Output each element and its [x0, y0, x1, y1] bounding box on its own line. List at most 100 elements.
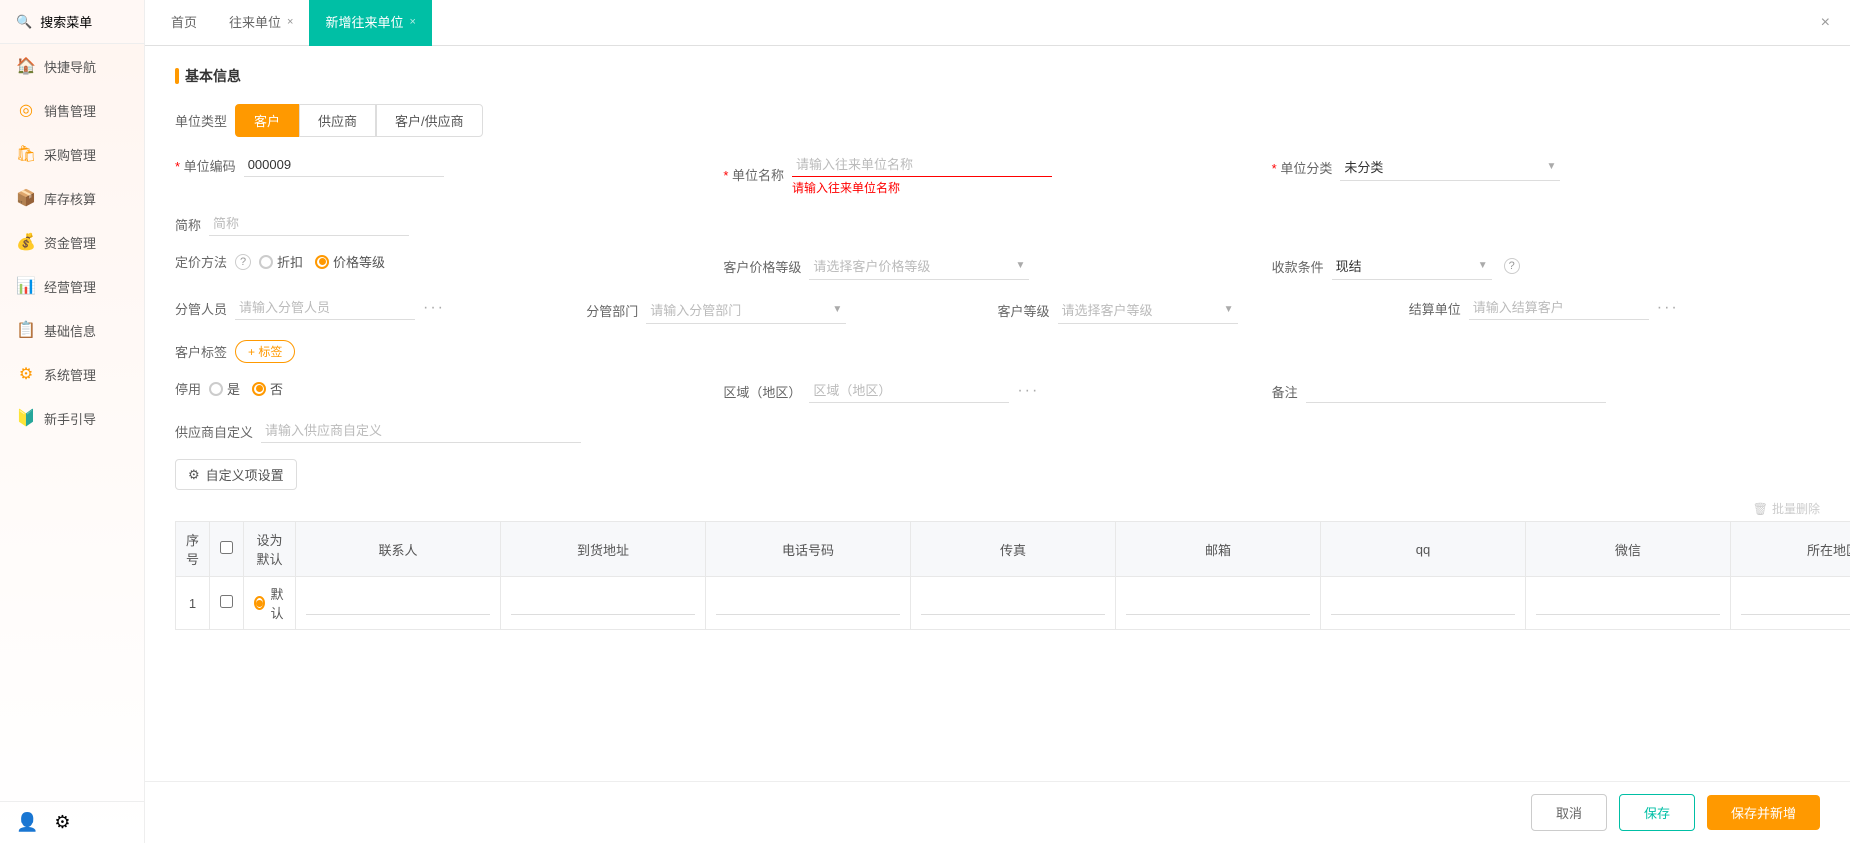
row-qq-input[interactable] [1331, 591, 1515, 615]
row-pricing: 定价方法 ? 折扣 价格等级 客户价格等级 [175, 252, 1820, 280]
disabled-no-radio[interactable] [252, 382, 266, 396]
pricing-help-icon[interactable]: ? [235, 254, 251, 270]
settlement-unit-input[interactable] [1469, 296, 1649, 320]
unit-type-customer[interactable]: 客户 [235, 104, 299, 137]
row-fax [911, 577, 1116, 630]
row-fax-input[interactable] [921, 591, 1105, 615]
pricing-discount-option[interactable]: 折扣 [259, 252, 303, 271]
sidebar-item-operations[interactable]: 📊 经营管理 [0, 264, 144, 308]
add-tag-button[interactable]: + 标签 [235, 340, 295, 363]
finance-icon: 💰 [16, 232, 36, 252]
batch-delete-icon: 🗑 [1753, 502, 1768, 516]
pricing-level-radio[interactable] [315, 255, 329, 269]
unit-name-field: 单位名称 请输入往来单位名称 [723, 153, 1271, 196]
pricing-level-option[interactable]: 价格等级 [315, 252, 385, 271]
customer-level-placeholder: 请选择客户等级 [1062, 300, 1220, 319]
tab-home[interactable]: 首页 [155, 0, 213, 46]
tab-partners[interactable]: 往来单位 × [213, 0, 309, 46]
remarks-input[interactable] [1306, 379, 1606, 403]
row-region-input[interactable] [1741, 591, 1850, 615]
supplier-custom-label: 供应商自定义 [175, 422, 253, 441]
row-select-checkbox[interactable] [220, 595, 233, 608]
customer-level-field: 客户等级 请选择客户等级 ▼ [998, 296, 1409, 324]
custom-settings-button[interactable]: ⚙ 自定义项设置 [175, 459, 297, 490]
tab-partners-close[interactable]: × [287, 16, 293, 28]
unit-name-label: 单位名称 [723, 165, 784, 184]
sidebar-search[interactable]: 🔍 搜索菜单 [0, 0, 144, 44]
row-contact-input[interactable] [306, 591, 490, 615]
unit-type-supplier[interactable]: 供应商 [299, 104, 376, 137]
disabled-yes-radio[interactable] [209, 382, 223, 396]
tab-partners-label: 往来单位 [229, 12, 281, 31]
row-default-radio[interactable] [254, 596, 265, 610]
unit-code-input[interactable] [244, 153, 444, 177]
cancel-button[interactable]: 取消 [1531, 794, 1607, 831]
sidebar-item-inventory[interactable]: 📦 库存核算 [0, 176, 144, 220]
col-index: 序号 [176, 522, 210, 577]
department-select[interactable]: 请输入分管部门 ▼ [646, 296, 846, 324]
sidebar-item-quick-nav[interactable]: 🏠 快捷导航 [0, 44, 144, 88]
row-phone-input[interactable] [716, 591, 900, 615]
col-qq: qq [1321, 522, 1526, 577]
save-add-button[interactable]: 保存并新增 [1707, 795, 1820, 830]
sidebar-user-icon: 👤 [16, 812, 38, 833]
tab-new-partner-close[interactable]: × [409, 16, 415, 28]
manager-input[interactable] [235, 296, 415, 320]
sidebar-item-label: 经营管理 [44, 277, 96, 296]
payment-help-icon[interactable]: ? [1504, 258, 1520, 274]
short-name-label: 简称 [175, 215, 201, 234]
manager-more-btn[interactable]: ··· [423, 299, 445, 317]
row-wechat-input[interactable] [1536, 591, 1720, 615]
pricing-discount-label: 折扣 [277, 252, 303, 271]
sidebar-item-sales[interactable]: ◎ 销售管理 [0, 88, 144, 132]
unit-category-label: 单位分类 [1272, 158, 1333, 177]
row-contact [296, 577, 501, 630]
col-email: 邮箱 [1116, 522, 1321, 577]
section-title-text: 基本信息 [185, 66, 241, 86]
unit-category-field: 单位分类 未分类 ▼ [1272, 153, 1820, 181]
chevron-down-icon2: ▼ [1015, 260, 1025, 271]
sidebar-item-guide[interactable]: 🔰 新手引导 [0, 396, 144, 440]
row-email [1116, 577, 1321, 630]
remarks-label: 备注 [1272, 382, 1298, 401]
region-more-btn[interactable]: ··· [1017, 382, 1039, 400]
sidebar-item-basic-info[interactable]: 📋 基础信息 [0, 308, 144, 352]
customer-price-level-select[interactable]: 请选择客户价格等级 ▼ [809, 252, 1029, 280]
row-wechat [1526, 577, 1731, 630]
section-basic-info: 基本信息 [175, 66, 1820, 86]
sidebar-item-system[interactable]: ⚙ 系统管理 [0, 352, 144, 396]
department-field: 分管部门 请输入分管部门 ▼ [586, 296, 997, 324]
supplier-custom-input[interactable] [261, 419, 581, 443]
batch-delete-label[interactable]: 批量删除 [1772, 500, 1820, 517]
pricing-discount-radio[interactable] [259, 255, 273, 269]
sidebar-item-label: 新手引导 [44, 409, 96, 428]
sidebar-item-purchase[interactable]: 🛍 采购管理 [0, 132, 144, 176]
unit-category-select[interactable]: 未分类 ▼ [1340, 153, 1560, 181]
row-phone [706, 577, 911, 630]
unit-type-label: 单位类型 [175, 111, 227, 130]
sidebar-item-label: 基础信息 [44, 321, 96, 340]
select-all-checkbox[interactable] [220, 541, 233, 554]
row-email-input[interactable] [1126, 591, 1310, 615]
inventory-icon: 📦 [16, 188, 36, 208]
disabled-yes-label: 是 [227, 379, 240, 398]
customer-price-level-field: 客户价格等级 请选择客户价格等级 ▼ [723, 252, 1271, 280]
customer-level-select[interactable]: 请选择客户等级 ▼ [1058, 296, 1238, 324]
tab-new-partner-label: 新增往来单位 [325, 12, 403, 31]
settlement-more-btn[interactable]: ··· [1657, 299, 1679, 317]
short-name-field: 简称 [175, 212, 1820, 236]
disabled-no-option[interactable]: 否 [252, 379, 283, 398]
tab-new-partner[interactable]: 新增往来单位 × [309, 0, 431, 46]
payment-terms-select[interactable]: 现结 ▼ [1332, 252, 1492, 280]
custom-settings-label: 自定义项设置 [206, 465, 284, 484]
row-default-radio-item[interactable]: 默认 [254, 584, 285, 622]
window-close-button[interactable]: × [1821, 14, 1840, 32]
short-name-input[interactable] [209, 212, 409, 236]
region-input[interactable] [809, 379, 1009, 403]
save-button[interactable]: 保存 [1619, 794, 1695, 831]
row-address-input[interactable] [511, 591, 695, 615]
unit-type-both[interactable]: 客户/供应商 [376, 104, 483, 137]
disabled-yes-option[interactable]: 是 [209, 379, 240, 398]
sidebar-item-finance[interactable]: 💰 资金管理 [0, 220, 144, 264]
unit-name-input[interactable] [792, 153, 1052, 177]
